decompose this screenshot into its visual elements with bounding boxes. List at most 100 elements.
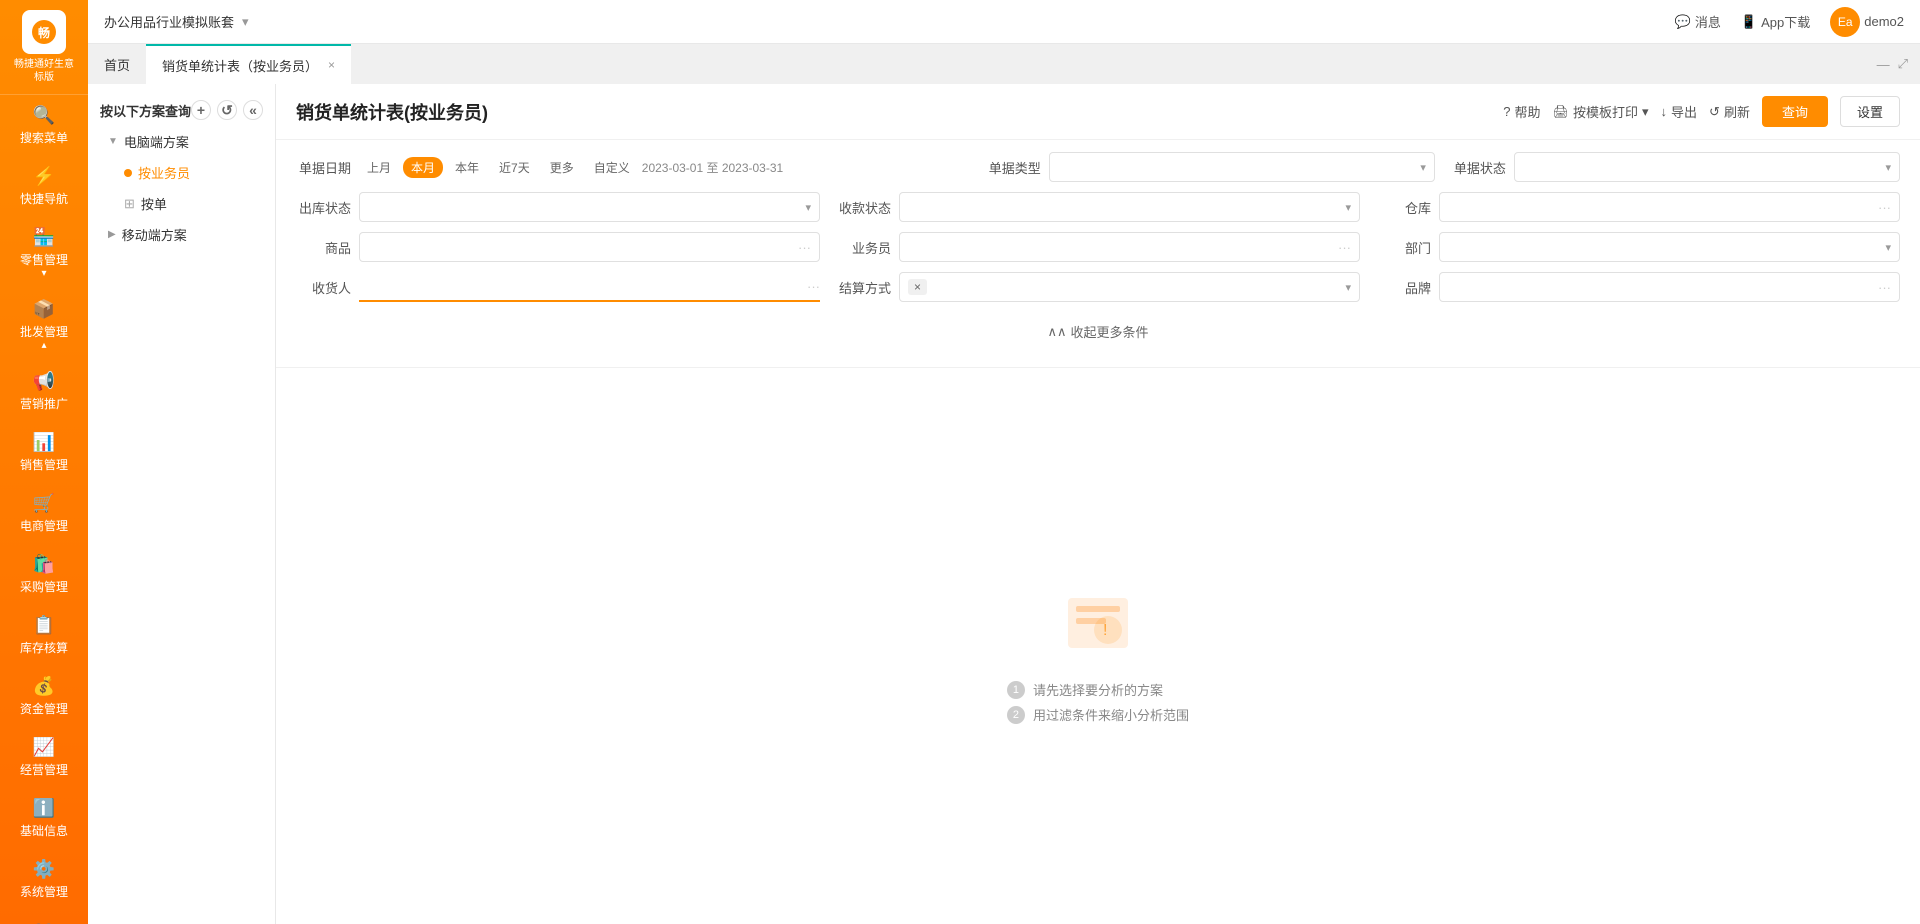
sidebar-item-search[interactable]: 🔍 搜索菜单 [0,95,88,156]
sidebar-item-label: 经营管理 [20,761,68,778]
sidebar-item-retail[interactable]: 🏪 零售管理 ▾ [0,217,88,289]
refresh-scheme-btn[interactable]: ↺ [217,100,237,120]
sidebar-item-label: 批发管理 [20,323,68,340]
type-select[interactable]: ▾ [1049,152,1435,182]
user-menu[interactable]: Ea demo2 [1830,7,1904,37]
close-icon[interactable]: × [328,58,335,72]
tree-group-mobile[interactable]: ▶ 移动端方案 [88,219,275,250]
tab-home-label: 首页 [104,55,130,74]
tip-2-text: 用过滤条件来缩小分析范围 [1033,705,1189,724]
sidebar-item-system[interactable]: ⚙️ 系统管理 [0,849,88,910]
settlement-clear-btn[interactable]: × [908,279,927,295]
message-icon: 💬 [1675,14,1691,30]
collapse-btn[interactable]: ∧∧ 收起更多条件 [1031,316,1164,347]
collapse-label: 收起更多条件 [1071,322,1149,341]
tree-group-label: 电脑端方案 [124,132,189,151]
avatar: Ea [1830,7,1860,37]
sidebar-item-basic[interactable]: ℹ️ 基础信息 [0,788,88,849]
dept-select[interactable]: ▾ [1439,232,1900,262]
dots-icon: ··· [1878,280,1891,295]
settings-button[interactable]: 设置 [1840,96,1900,127]
collapse-icon: « [249,102,257,118]
message-btn[interactable]: 💬 消息 [1675,12,1721,31]
date-tab-more[interactable]: 更多 [542,157,582,178]
date-tab-this-year[interactable]: 本年 [447,157,487,178]
sidebar-item-shortcut[interactable]: ⚡ 快捷导航 [0,156,88,217]
logo-text: 畅捷通好生意 标版 [8,58,80,84]
status-select[interactable]: ▾ [1514,152,1900,182]
filter-brand: 品牌 ··· [1376,272,1900,302]
warehouse-input[interactable]: ··· [1439,192,1900,222]
chevron-down-icon: ▾ [805,201,811,214]
collapse-arrow-icon: ∧∧ [1047,324,1066,340]
salesperson-input[interactable]: ··· [899,232,1360,262]
tab-sales-stat[interactable]: 销货单统计表（按业务员） × [146,44,351,84]
chevron-down-icon: ▾ [1345,281,1351,294]
svg-text:畅: 畅 [38,25,50,40]
sidebar-item-label: 基础信息 [20,822,68,839]
warehouse-control: ··· [1439,192,1900,222]
expand-icon[interactable]: ⤢ [1898,56,1908,72]
dots-icon: ··· [1338,240,1351,255]
sidebar-item-finance[interactable]: 💰 资金管理 [0,666,88,727]
settlement-select[interactable]: × ▾ [899,272,1360,302]
add-scheme-btn[interactable]: + [191,100,211,120]
print-btn[interactable]: 🖨 按模板打印 ▾ [1552,102,1648,121]
sidebar-item-wholesale[interactable]: 📦 批发管理 ▴ [0,289,88,361]
arrow-right-icon: ▶ [108,229,116,240]
cooperation-icon: 👥 [33,920,55,924]
tree-group-label: 移动端方案 [122,225,187,244]
tip-1-text: 请先选择要分析的方案 [1033,680,1163,699]
date-tabs: 上月 本月 本年 近7天 更多 自定义 2023-03-01 至 2023-03… [359,157,970,178]
sidebar-item-cooperation[interactable]: 👥 企业协同 [0,910,88,924]
payment-select[interactable]: ▾ [899,192,1360,222]
filter-warehouse: 仓库 ··· [1376,192,1900,222]
plus-icon: + [197,102,205,118]
company-dropdown-icon[interactable]: ▾ [242,14,249,30]
date-tab-custom[interactable]: 自定义 [586,157,638,178]
sidebar-item-ecommerce[interactable]: 🛒 电商管理 [0,483,88,544]
tree-group-desktop[interactable]: ▼ 电脑端方案 [88,126,275,157]
tab-home[interactable]: 首页 [88,44,146,84]
goods-input[interactable]: ··· [359,232,820,262]
ship-select[interactable]: ▾ [359,192,820,222]
empty-state: ! 1 请先选择要分析的方案 2 用过滤条件来缩小分析范围 [276,368,1920,924]
help-btn[interactable]: ? 帮助 [1503,102,1540,121]
chevron-down-icon: ▾ [1885,161,1891,174]
date-tab-7days[interactable]: 近7天 [491,157,538,178]
filter-date: 单据日期 上月 本月 本年 近7天 更多 自定义 2023-03-01 至 20… [296,157,970,178]
brand-input[interactable]: ··· [1439,272,1900,302]
management-icon: 📈 [33,737,55,758]
date-tab-this-month[interactable]: 本月 [403,157,443,178]
sidebar-item-marketing[interactable]: 📢 营销推广 [0,361,88,422]
sidebar-item-management[interactable]: 📈 经营管理 [0,727,88,788]
empty-tip-1: 1 请先选择要分析的方案 [1007,680,1189,699]
ship-control: ▾ [359,192,820,222]
filter-ship: 出库状态 ▾ [296,192,820,222]
sidebar-item-purchase[interactable]: 🛍️ 采购管理 [0,544,88,605]
date-tab-last-month[interactable]: 上月 [359,157,399,178]
download-btn[interactable]: 📱 App下载 [1741,12,1810,31]
query-button[interactable]: 查询 [1762,96,1828,127]
chevron-down-icon: ▾ [1345,201,1351,214]
svg-text:!: ! [1103,622,1107,639]
receiver-input[interactable] [359,279,807,294]
tree-item-by-order[interactable]: ⊞ 按单 [88,188,275,219]
content-area: 按以下方案查询 + ↺ « ▼ 电脑端方案 [88,84,1920,924]
sidebar-item-sales[interactable]: 📊 销售管理 [0,422,88,483]
panel-header: 按以下方案查询 + ↺ « [88,94,275,126]
tree: ▼ 电脑端方案 按业务员 ⊞ 按单 ▶ 移动端方案 [88,126,275,250]
collapse-panel-btn[interactable]: « [243,100,263,120]
refresh-btn[interactable]: ↺ 刷新 [1709,102,1750,121]
date-label: 单据日期 [296,158,351,177]
sidebar-item-label: 采购管理 [20,578,68,595]
date-range: 2023-03-01 至 2023-03-31 [642,159,783,176]
tree-item-by-salesperson[interactable]: 按业务员 [88,157,275,188]
export-btn[interactable]: ↓ 导出 [1661,102,1698,121]
minimize-icon[interactable]: — [1877,57,1890,72]
sidebar-item-label: 营销推广 [20,395,68,412]
date-control: 上月 本月 本年 近7天 更多 自定义 2023-03-01 至 2023-03… [359,157,970,178]
sidebar-item-inventory[interactable]: 📋 库存核算 [0,605,88,666]
page-header: 销货单统计表(按业务员) ? 帮助 🖨 按模板打印 ▾ ↓ 导出 [276,84,1920,140]
tip-1-num: 1 [1007,681,1025,699]
